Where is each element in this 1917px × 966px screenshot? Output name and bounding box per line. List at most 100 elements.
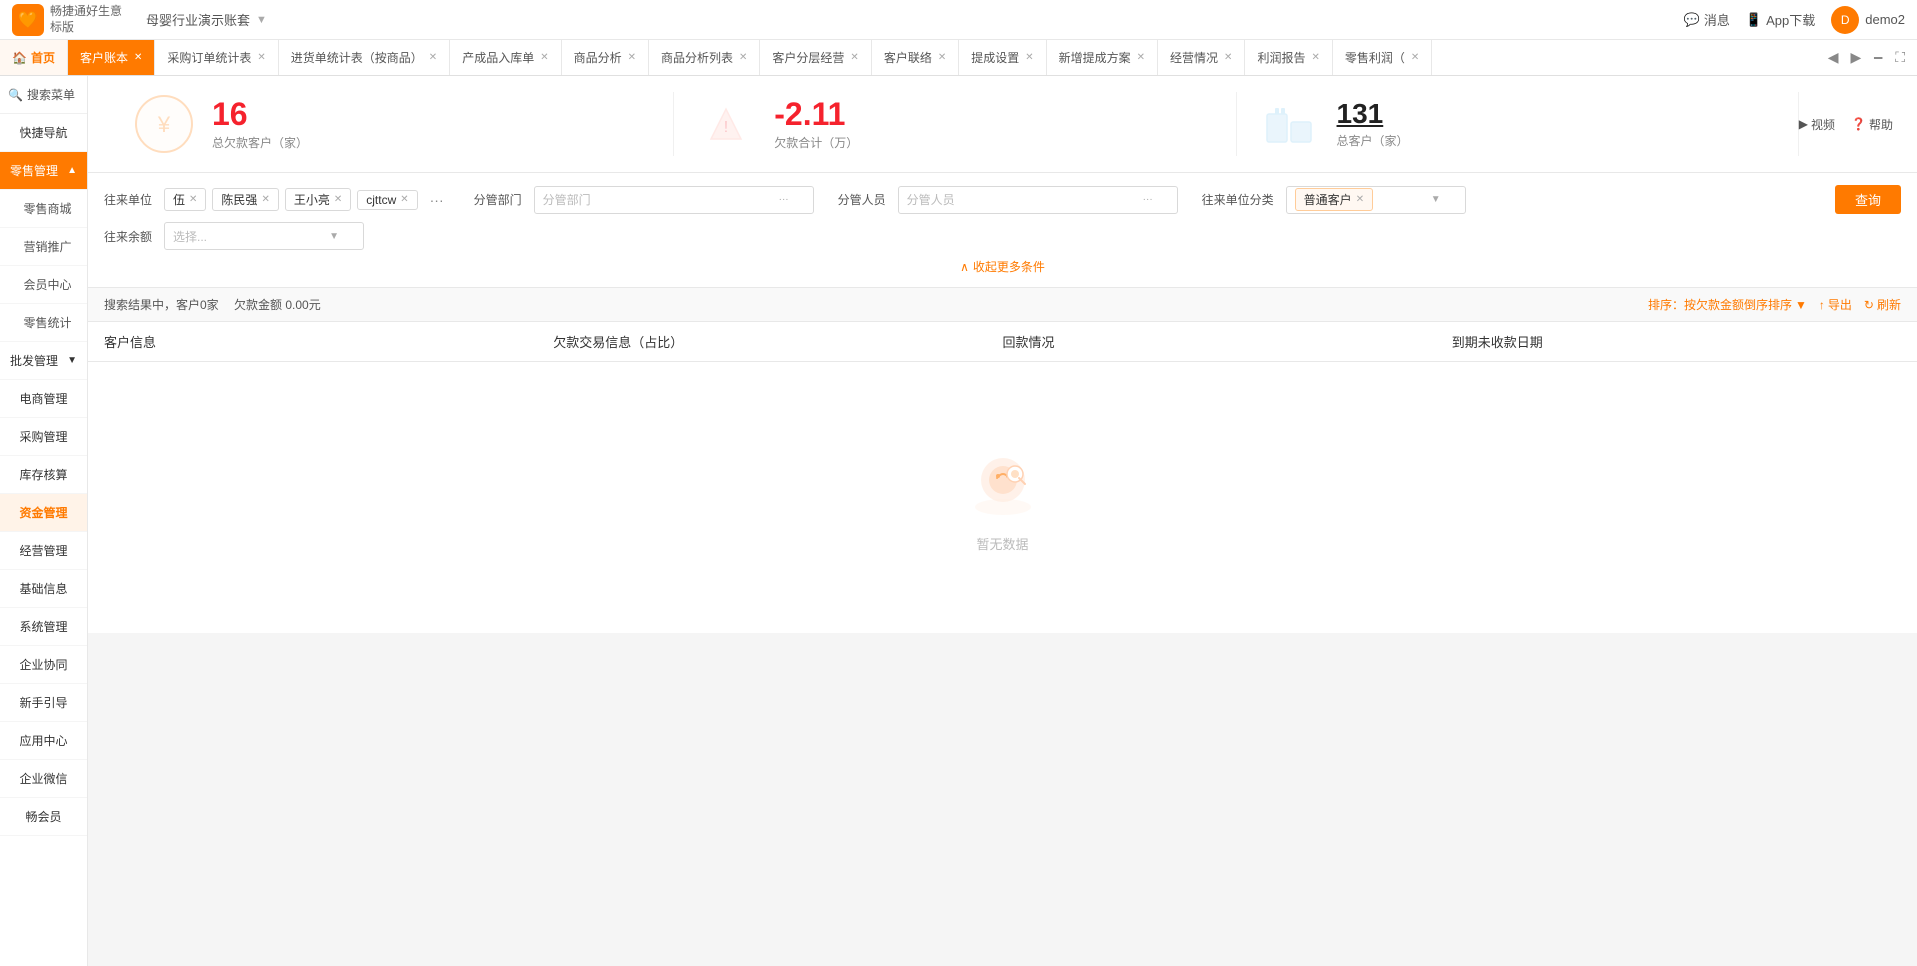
sidebar-item-basic-info[interactable]: 基础信息	[0, 570, 87, 608]
workspace-selector[interactable]: 母婴行业演示账套 ▼	[146, 10, 267, 29]
tab-customer-tier[interactable]: 客户分层经营 ✕	[760, 40, 871, 75]
tab-purchase-order-stats-close[interactable]: ✕	[257, 52, 265, 63]
refresh-btn[interactable]: ↻ 刷新	[1864, 296, 1901, 313]
tab-next-btn[interactable]: ▶	[1846, 47, 1865, 68]
total-customers-icon	[1257, 92, 1321, 156]
tab-prev-btn[interactable]: ◀	[1824, 47, 1843, 68]
sidebar-item-inventory-check[interactable]: 库存核算	[0, 456, 87, 494]
sidebar-item-enterprise-collaboration[interactable]: 企业协同	[0, 646, 87, 684]
summary-card3-num: 131	[1337, 100, 1409, 128]
summary-card1-label: 总欠款客户（家）	[212, 134, 308, 151]
sidebar-item-marketing-promotion[interactable]: 营销推广	[0, 228, 87, 266]
tab-new-reminder-plan[interactable]: 新增提成方案 ✕	[1047, 40, 1158, 75]
sidebar-item-enterprise-wechat[interactable]: 企业微信	[0, 760, 87, 798]
tab-customer-account-close[interactable]: ✕	[134, 52, 142, 63]
balance-filter-select[interactable]: 选择... ▼	[164, 222, 364, 250]
company-tag-more[interactable]: ···	[424, 190, 450, 210]
tab-business-situation-close[interactable]: ✕	[1224, 52, 1232, 63]
tab-product-analysis-list-close[interactable]: ✕	[739, 52, 747, 63]
tab-purchase-stats-by-product-close[interactable]: ✕	[429, 52, 437, 63]
dept-filter-select[interactable]: 分管部门 ···	[534, 186, 814, 214]
tab-customer-connect-close[interactable]: ✕	[938, 52, 946, 63]
th-return: 回款情况	[1003, 332, 1452, 351]
company-type-filter-select[interactable]: 普通客户 ✕ ▼	[1286, 186, 1466, 214]
sidebar-item-retail-mall[interactable]: 零售商城	[0, 190, 87, 228]
sidebar-item-app-center-label: 应用中心	[19, 734, 67, 748]
sidebar-item-operation-management[interactable]: 经营管理	[0, 532, 87, 570]
person-filter-select[interactable]: 分管人员 ···	[898, 186, 1178, 214]
balance-filter-label: 往来余额	[104, 228, 152, 245]
sidebar-item-inventory-check-label: 库存核算	[19, 468, 67, 482]
user-menu[interactable]: D demo2	[1831, 6, 1905, 34]
company-tag-wu-close[interactable]: ✕	[189, 194, 197, 205]
main-layout: 🔍 搜索菜单 快捷导航 零售管理 ▲ 零售商城 营销推广 会员中心 零售统计 批…	[0, 76, 1917, 966]
tab-product-analysis-close[interactable]: ✕	[628, 52, 636, 63]
tab-customer-connect[interactable]: 客户联络 ✕	[872, 40, 959, 75]
sidebar-item-member-vip[interactable]: 畅会员	[0, 798, 87, 836]
result-debt-text: 欠款金额 0.00元	[234, 298, 321, 312]
help-btn[interactable]: ❓ 帮助	[1851, 116, 1893, 133]
app-download-btn[interactable]: 📱 App下载	[1746, 10, 1815, 29]
company-tag-cjttcw[interactable]: cjttcw ✕	[357, 190, 417, 210]
sidebar-item-retail-management[interactable]: 零售管理 ▲	[0, 152, 87, 190]
company-tag-cjttcw-close[interactable]: ✕	[400, 194, 408, 205]
tab-product-in-order[interactable]: 产成品入库单 ✕	[450, 40, 561, 75]
sidebar-search[interactable]: 🔍 搜索菜单	[0, 76, 87, 114]
debt-customers-icon: ¥	[132, 92, 196, 156]
tab-product-analysis[interactable]: 商品分析 ✕	[562, 40, 649, 75]
tab-minimize-btn[interactable]: 🗕	[1869, 44, 1887, 72]
tab-retail-profit-close[interactable]: ✕	[1411, 52, 1419, 63]
query-button[interactable]: 查询	[1835, 185, 1901, 214]
company-tag-wang-close[interactable]: ✕	[334, 194, 342, 205]
export-label: 导出	[1828, 296, 1852, 313]
tab-customer-account[interactable]: 客户账本 ✕	[68, 40, 155, 75]
balance-filter-placeholder: 选择...	[173, 228, 207, 245]
tab-reminder-settings-close[interactable]: ✕	[1025, 52, 1033, 63]
tab-home[interactable]: 🏠 首页	[0, 40, 68, 75]
export-btn[interactable]: ↑ 导出	[1819, 296, 1852, 313]
dept-filter-arrow: ···	[779, 194, 789, 205]
filter-area: 往来单位 伍 ✕ 陈民强 ✕ 王小亮 ✕ cjttcw	[88, 173, 1917, 288]
sidebar-item-ecommerce-management[interactable]: 电商管理	[0, 380, 87, 418]
collapse-btn[interactable]: ∧ 收起更多条件	[960, 258, 1045, 275]
sidebar-item-member-center-label: 会员中心	[23, 278, 71, 292]
tab-retail-profit[interactable]: 零售利润（ ✕	[1333, 40, 1432, 75]
message-btn[interactable]: 💬 消息	[1684, 10, 1730, 29]
sidebar-item-system-management[interactable]: 系统管理	[0, 608, 87, 646]
company-tag-chen[interactable]: 陈民强 ✕	[212, 188, 278, 211]
tab-purchase-stats-by-product[interactable]: 进货单统计表（按商品） ✕	[279, 40, 450, 75]
company-type-tag-normal-close[interactable]: ✕	[1356, 194, 1364, 205]
tab-purchase-order-stats[interactable]: 采购订单统计表 ✕	[155, 40, 278, 75]
tab-product-analysis-list[interactable]: 商品分析列表 ✕	[649, 40, 760, 75]
sidebar-item-member-vip-label: 畅会员	[25, 810, 61, 824]
sidebar-item-purchase-management[interactable]: 采购管理	[0, 418, 87, 456]
company-tag-chen-close[interactable]: ✕	[261, 194, 269, 205]
company-tag-wang[interactable]: 王小亮 ✕	[285, 188, 351, 211]
sidebar-item-member-center[interactable]: 会员中心	[0, 266, 87, 304]
company-tag-wu[interactable]: 伍 ✕	[164, 188, 206, 211]
video-btn[interactable]: ▶ 视频	[1799, 116, 1835, 133]
sidebar-item-app-center[interactable]: 应用中心	[0, 722, 87, 760]
tab-business-situation-label: 经营情况	[1170, 49, 1218, 66]
th-customer: 客户信息	[104, 332, 553, 351]
result-count-text: 搜索结果中，客户0家	[104, 298, 219, 312]
tab-business-situation[interactable]: 经营情况 ✕	[1158, 40, 1245, 75]
tab-profit-report-close[interactable]: ✕	[1311, 52, 1319, 63]
company-type-tag-normal[interactable]: 普通客户 ✕	[1295, 188, 1373, 211]
tab-product-in-order-close[interactable]: ✕	[540, 52, 548, 63]
result-bar: 搜索结果中，客户0家 欠款金额 0.00元 排序：按欠款金额倒序排序 ▼ ↑ 导…	[88, 288, 1917, 322]
sidebar-item-retail-mall-label: 零售商城	[23, 202, 71, 216]
tab-reminder-settings[interactable]: 提成设置 ✕	[959, 40, 1046, 75]
sidebar-item-new-user-guide[interactable]: 新手引导	[0, 684, 87, 722]
tab-maximize-btn[interactable]: ⛶	[1891, 47, 1909, 68]
tab-profit-report[interactable]: 利润报告 ✕	[1245, 40, 1332, 75]
sidebar-item-quick-nav[interactable]: 快捷导航	[0, 114, 87, 152]
sidebar-item-retail-stats[interactable]: 零售统计	[0, 304, 87, 342]
summary-card2-label: 欠款合计（万）	[774, 134, 858, 151]
sidebar-item-batch-management[interactable]: 批发管理 ▼	[0, 342, 87, 380]
tab-new-reminder-plan-close[interactable]: ✕	[1137, 52, 1145, 63]
tab-customer-tier-close[interactable]: ✕	[850, 52, 858, 63]
sidebar-item-capital-management[interactable]: 资金管理	[0, 494, 87, 532]
sort-label: 排序：按欠款金额倒序排序 ▼	[1648, 296, 1807, 313]
sidebar-item-purchase-management-label: 采购管理	[19, 430, 67, 444]
